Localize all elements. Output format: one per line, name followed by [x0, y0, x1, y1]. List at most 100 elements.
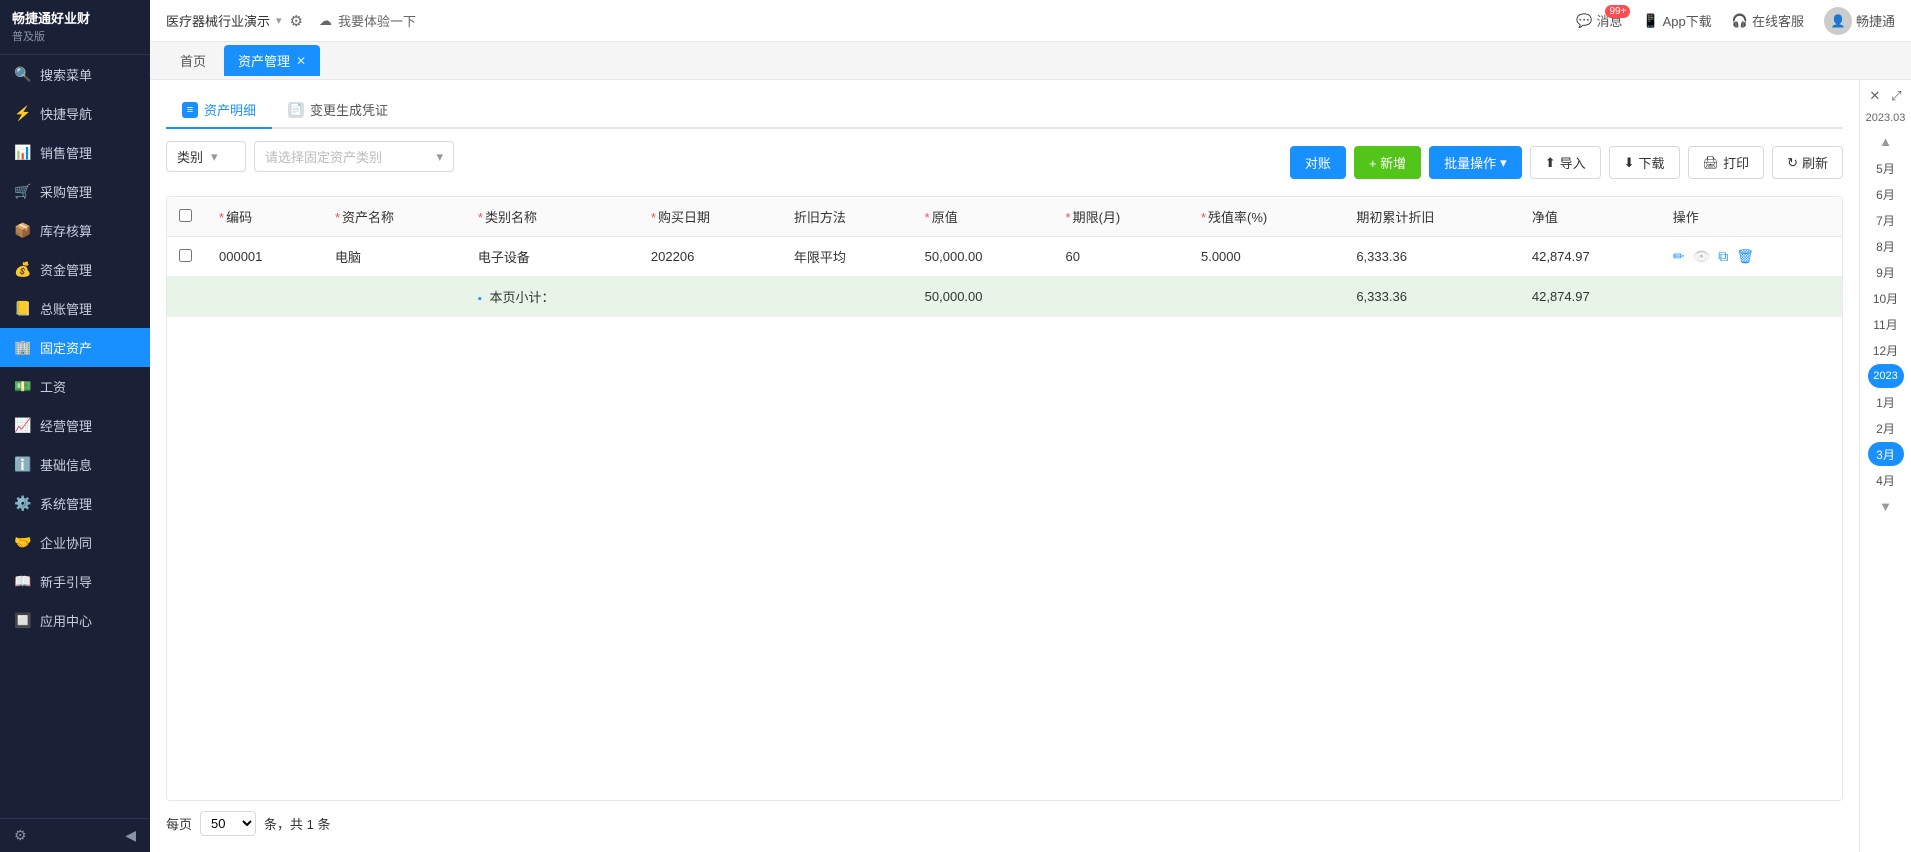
refresh-button[interactable]: ↻ 刷新 [1772, 146, 1843, 179]
new-button[interactable]: + 新增 [1354, 146, 1421, 179]
main-content: 医疗器械行业演示 ▾ ⚙ ☁ 我要体验一下 💬 消息 99+ 📱 App下载 🎧… [150, 0, 1911, 852]
col-checkbox [167, 197, 207, 237]
refresh-label: 刷新 [1802, 153, 1828, 172]
collapse-sidebar-icon[interactable]: ◀ [125, 827, 136, 844]
row-name: 电脑 [323, 237, 466, 277]
sidebar-nav: 🔍 搜索菜单 ⚡ 快捷导航 📊 销售管理 🛒 采购管理 📦 库存核算 💰 资金管… [0, 55, 150, 818]
col-original-value: *原值 [913, 197, 1054, 237]
month-12[interactable]: 12月 [1868, 338, 1904, 362]
chevron-down-icon: ▾ [276, 14, 282, 27]
month-4[interactable]: 4月 [1868, 468, 1904, 492]
app-download-button[interactable]: 📱 App下载 [1642, 11, 1711, 30]
experience-label: 我要体验一下 [338, 11, 416, 30]
right-panel-close-icon[interactable]: ✕ [1869, 88, 1880, 104]
import-button[interactable]: ⬆ 导入 [1530, 146, 1601, 179]
sidebar-item-fixedasset[interactable]: 🏢 固定资产 [0, 328, 150, 367]
tab-asset-mgmt[interactable]: 资产管理 ✕ [224, 45, 320, 76]
reconcile-button[interactable]: 对账 [1290, 146, 1346, 179]
month-2[interactable]: 2月 [1868, 416, 1904, 440]
sidebar-item-label: 采购管理 [40, 182, 92, 201]
sidebar-item-ledger[interactable]: 📒 总账管理 [0, 289, 150, 328]
app-download-label: App下载 [1663, 11, 1712, 30]
per-page-label: 每页 [166, 814, 192, 833]
row-checkbox[interactable] [167, 237, 207, 277]
month-8[interactable]: 8月 [1868, 234, 1904, 258]
col-action: 操作 [1661, 197, 1842, 237]
sub-tab-voucher-gen[interactable]: 📄 变更生成凭证 [272, 92, 404, 129]
message-button[interactable]: 💬 消息 99+ [1576, 11, 1622, 30]
view-icon[interactable]: 👁 [1692, 248, 1710, 265]
tabbar: 首页 资产管理 ✕ [150, 42, 1911, 80]
month-11[interactable]: 11月 [1868, 312, 1904, 336]
col-category: *类别名称 [466, 197, 639, 237]
sidebar-item-label: 新手引导 [40, 572, 92, 591]
company-selector[interactable]: 医疗器械行业演示 ▾ [166, 11, 282, 30]
month-6[interactable]: 6月 [1868, 182, 1904, 206]
row-depreciation-method: 年限平均 [782, 237, 913, 277]
right-panel-nav-up: ▲ [1877, 128, 1894, 155]
tab-home-label: 首页 [180, 54, 206, 69]
gear-icon[interactable]: ⚙ [290, 12, 303, 30]
import-label: 导入 [1560, 153, 1586, 172]
fixedasset-icon: 🏢 [14, 339, 32, 357]
tab-home[interactable]: 首页 [166, 45, 220, 76]
sidebar-item-search[interactable]: 🔍 搜索菜单 [0, 55, 150, 94]
sidebar-item-fund[interactable]: 💰 资金管理 [0, 250, 150, 289]
month-10[interactable]: 10月 [1868, 286, 1904, 310]
quicknav-icon: ⚡ [14, 105, 32, 123]
download-button[interactable]: ⬇ 下载 [1609, 146, 1680, 179]
settings-icon[interactable]: ⚙ [14, 827, 27, 844]
sidebar-item-label: 库存核算 [40, 221, 92, 240]
month-5[interactable]: 5月 [1868, 156, 1904, 180]
sidebar-item-label: 资金管理 [40, 260, 92, 279]
sidebar-item-appcenter[interactable]: 🔲 应用中心 [0, 601, 150, 640]
sidebar-item-salary[interactable]: 💵 工资 [0, 367, 150, 406]
month-7[interactable]: 7月 [1868, 208, 1904, 232]
sidebar-item-quicknav[interactable]: ⚡ 快捷导航 [0, 94, 150, 133]
company-name: 医疗器械行业演示 [166, 11, 270, 30]
row-initial-depreciation: 6,333.36 [1344, 237, 1520, 277]
message-badge: 99+ [1605, 5, 1630, 18]
month-1[interactable]: 1月 [1868, 390, 1904, 414]
print-button[interactable]: 🖨 打印 [1688, 146, 1765, 179]
category-filter[interactable]: 类别 ▾ [166, 141, 246, 172]
sidebar-item-basicinfo[interactable]: ℹ️ 基础信息 [0, 445, 150, 484]
batch-button[interactable]: 批量操作 ▾ [1429, 146, 1522, 179]
col-net-value: 净值 [1520, 197, 1661, 237]
month-9[interactable]: 9月 [1868, 260, 1904, 284]
page-size-select[interactable]: 50 10 20 100 [200, 811, 256, 836]
nav-down-arrow[interactable]: ▼ [1877, 497, 1894, 516]
filter-chevron-icon: ▾ [211, 149, 218, 165]
col-name: *资产名称 [323, 197, 466, 237]
sidebar-item-enterprise[interactable]: 🤝 企业协同 [0, 523, 150, 562]
month-3-active[interactable]: 3月 [1868, 442, 1904, 466]
sidebar-item-system[interactable]: ⚙️ 系统管理 [0, 484, 150, 523]
sub-tab-voucher-gen-label: 变更生成凭证 [310, 100, 388, 119]
sidebar-item-purchase[interactable]: 🛒 采购管理 [0, 172, 150, 211]
row-purchase-date: 202206 [639, 237, 782, 277]
asset-table: *编码 *资产名称 *类别名称 *购买日期 折旧方法 *原值 *期限(月) *残… [166, 196, 1843, 801]
sidebar-item-sales[interactable]: 📊 销售管理 [0, 133, 150, 172]
tab-asset-mgmt-label: 资产管理 [238, 51, 290, 70]
sidebar-item-guide[interactable]: 📖 新手引导 [0, 562, 150, 601]
nav-up-arrow[interactable]: ▲ [1877, 132, 1894, 151]
sidebar-item-operation[interactable]: 📈 经营管理 [0, 406, 150, 445]
delete-icon[interactable]: 🗑 [1736, 248, 1754, 265]
select-all-checkbox[interactable] [179, 209, 192, 222]
row-select-checkbox[interactable] [179, 249, 192, 262]
online-service-button[interactable]: 🎧 在线客服 [1732, 11, 1804, 30]
row-net-value: 42,874.97 [1520, 237, 1661, 277]
sub-tab-asset-list[interactable]: ≡ 资产明细 [166, 92, 272, 129]
inventory-icon: 📦 [14, 222, 32, 240]
avatar: 👤 [1824, 7, 1852, 35]
purchase-icon: 🛒 [14, 183, 32, 201]
copy-icon[interactable]: ⧉ [1718, 248, 1728, 265]
right-panel-expand-icon[interactable]: ⤢ [1891, 88, 1901, 106]
experience-button[interactable]: ☁ 我要体验一下 [319, 11, 416, 30]
user-profile[interactable]: 👤 畅捷通 [1824, 7, 1895, 35]
sidebar-item-inventory[interactable]: 📦 库存核算 [0, 211, 150, 250]
category-input[interactable]: 请选择固定资产类别 ▾ [254, 141, 454, 172]
app-title: 畅捷通好业财 [12, 10, 90, 28]
edit-icon[interactable]: ✏ [1673, 248, 1685, 265]
tab-close-icon[interactable]: ✕ [296, 54, 306, 68]
